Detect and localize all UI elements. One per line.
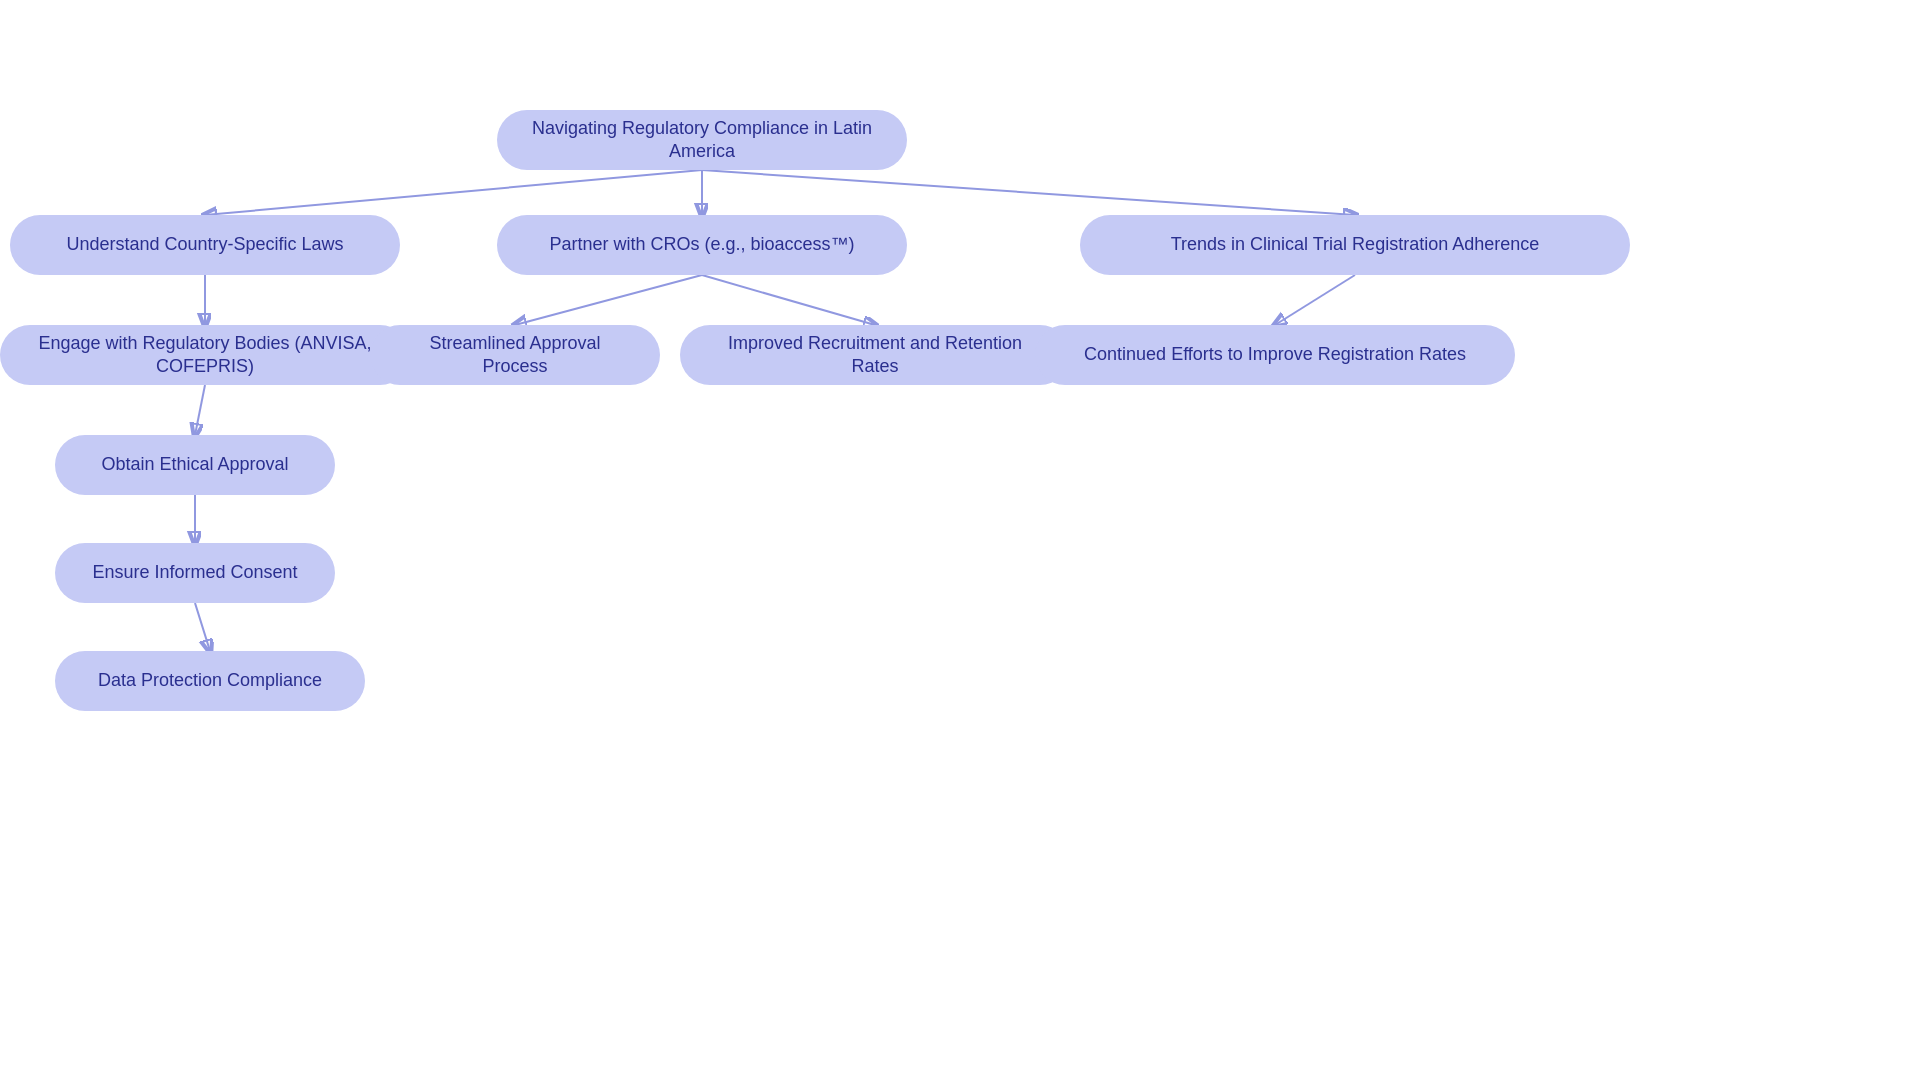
engage-node: Engage with Regulatory Bodies (ANVISA, C…	[0, 325, 410, 385]
root-node: Navigating Regulatory Compliance in Lati…	[497, 110, 907, 170]
recruitment-label: Improved Recruitment and Retention Rates	[708, 332, 1042, 379]
connectors-svg	[0, 0, 1920, 1083]
continued-node: Continued Efforts to Improve Registratio…	[1035, 325, 1515, 385]
engage-label: Engage with Regulatory Bodies (ANVISA, C…	[28, 332, 382, 379]
svg-line-4	[515, 275, 702, 325]
data-label: Data Protection Compliance	[98, 669, 322, 692]
trends-label: Trends in Clinical Trial Registration Ad…	[1171, 233, 1540, 256]
diagram-container: Navigating Regulatory Compliance in Lati…	[0, 0, 1920, 1083]
continued-label: Continued Efforts to Improve Registratio…	[1084, 343, 1466, 366]
svg-line-6	[1275, 275, 1355, 325]
streamlined-node: Streamlined Approval Process	[370, 325, 660, 385]
root-label: Navigating Regulatory Compliance in Lati…	[525, 117, 879, 164]
data-node: Data Protection Compliance	[55, 651, 365, 711]
laws-label: Understand Country-Specific Laws	[66, 233, 343, 256]
svg-line-5	[702, 275, 875, 325]
svg-line-9	[195, 603, 210, 651]
svg-line-0	[205, 170, 702, 215]
consent-label: Ensure Informed Consent	[92, 561, 297, 584]
partner-label: Partner with CROs (e.g., bioaccess™)	[549, 233, 854, 256]
recruitment-node: Improved Recruitment and Retention Rates	[680, 325, 1070, 385]
partner-node: Partner with CROs (e.g., bioaccess™)	[497, 215, 907, 275]
svg-line-2	[702, 170, 1355, 215]
laws-node: Understand Country-Specific Laws	[10, 215, 400, 275]
svg-line-7	[195, 385, 205, 435]
streamlined-label: Streamlined Approval Process	[398, 332, 632, 379]
consent-node: Ensure Informed Consent	[55, 543, 335, 603]
trends-node: Trends in Clinical Trial Registration Ad…	[1080, 215, 1630, 275]
ethical-label: Obtain Ethical Approval	[101, 453, 288, 476]
ethical-node: Obtain Ethical Approval	[55, 435, 335, 495]
